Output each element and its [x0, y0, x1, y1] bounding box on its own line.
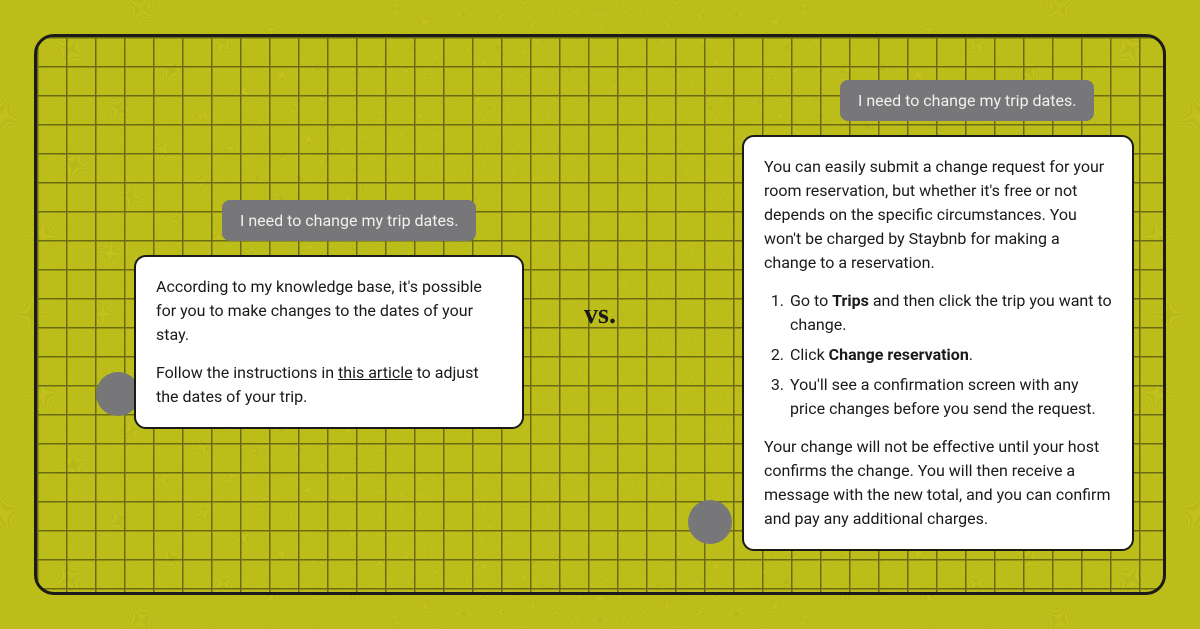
bot-right-p2: Your change will not be effective until … — [764, 435, 1112, 531]
bot-left-p2: Follow the instructions in this article … — [156, 361, 502, 409]
step-1: Go to Trips and then click the trip you … — [788, 289, 1112, 337]
step1-bold: Trips — [832, 291, 869, 310]
bot-left-p1: According to my knowledge base, it's pos… — [156, 275, 502, 347]
bot-left-p2-pre: Follow the instructions in — [156, 363, 338, 382]
step2-post: . — [969, 345, 973, 364]
bot-right-p1: You can easily submit a change request f… — [764, 155, 1112, 275]
chat-right: I need to change my trip dates. You can … — [742, 80, 1134, 551]
article-link[interactable]: this article — [338, 363, 413, 382]
decor-circle-right — [688, 500, 732, 544]
step1-pre: Go to — [790, 291, 832, 310]
bot-response-left: According to my knowledge base, it's pos… — [134, 255, 524, 429]
bot-response-right: You can easily submit a change request f… — [742, 135, 1134, 551]
step2-pre: Click — [790, 345, 829, 364]
vs-label: vs. — [584, 299, 616, 331]
step2-bold: Change reservation — [829, 345, 969, 364]
step-2: Click Change reservation. — [788, 343, 1112, 367]
bot-right-steps: Go to Trips and then click the trip you … — [788, 289, 1112, 421]
step-3: You'll see a confirmation screen with an… — [788, 373, 1112, 421]
user-message-left: I need to change my trip dates. — [222, 200, 476, 241]
chat-left: I need to change my trip dates. Accordin… — [134, 200, 524, 429]
user-message-right: I need to change my trip dates. — [840, 80, 1094, 121]
